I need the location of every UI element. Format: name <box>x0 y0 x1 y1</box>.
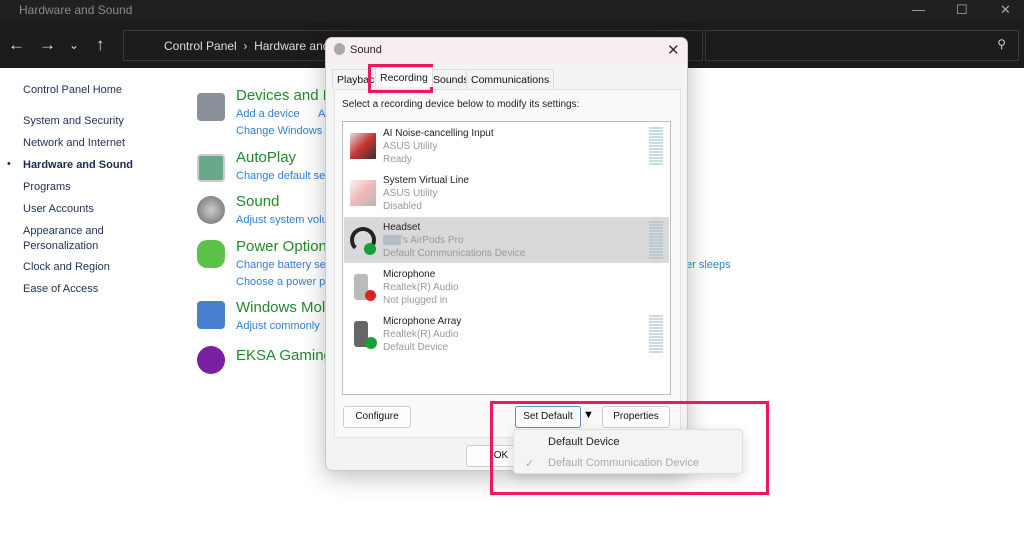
redacted-block <box>383 235 401 246</box>
category-power[interactable]: Power Option <box>236 238 327 255</box>
breadcrumb-control-panel[interactable]: Control Panel <box>164 39 237 53</box>
link-autoplay-default[interactable]: Change default set <box>236 170 328 182</box>
default-check-icon <box>365 337 377 349</box>
nav-network-internet[interactable]: Network and Internet <box>23 136 125 151</box>
link-adjust-commonly[interactable]: Adjust commonly <box>236 320 320 332</box>
devices-printer-icon <box>197 93 225 121</box>
link-adjust-volume[interactable]: Adjust system volu <box>236 214 328 226</box>
link-change-windows[interactable]: Change Windows <box>236 125 322 137</box>
device-list[interactable]: AI Noise-cancelling Input ASUS Utility Rea… <box>342 121 671 395</box>
cable-icon <box>350 133 376 159</box>
mobility-icon <box>197 301 225 329</box>
power-icon <box>197 240 225 268</box>
search-icon: ⚲ <box>997 37 1006 51</box>
category-devices[interactable]: Devices and P <box>236 87 333 104</box>
tab-recording[interactable]: Recording <box>375 67 433 87</box>
maximize-button[interactable]: ☐ <box>956 2 968 18</box>
category-sound[interactable]: Sound <box>236 193 279 210</box>
category-autoplay[interactable]: AutoPlay <box>236 149 296 166</box>
level-meter <box>649 127 663 165</box>
nav-ease-of-access[interactable]: Ease of Access <box>23 282 98 297</box>
nav-user-accounts[interactable]: User Accounts <box>23 202 94 217</box>
device-item-selected[interactable]: Headset's AirPods Pro Default Communicati… <box>344 217 669 263</box>
forward-icon[interactable]: → <box>39 35 56 55</box>
autoplay-icon <box>197 154 225 182</box>
nav-clock-region[interactable]: Clock and Region <box>23 260 110 275</box>
up-icon[interactable]: ↑ <box>96 35 105 55</box>
nav-programs[interactable]: Programs <box>23 180 71 195</box>
dialog-title: Sound <box>350 44 382 56</box>
speaker-icon <box>197 196 225 224</box>
device-item[interactable]: Microphone Array Realtek(R) Audio Default … <box>344 311 669 357</box>
category-eksa[interactable]: EKSA Gaming <box>236 347 332 364</box>
dialog-title-bar: Sound ✕ <box>326 38 687 64</box>
link-power-plan[interactable]: Choose a power p <box>236 276 325 288</box>
configure-button[interactable]: Configure <box>343 406 411 428</box>
nav-system-security[interactable]: System and Security <box>23 114 124 129</box>
nav-control-panel-home[interactable]: Control Panel Home <box>23 83 122 98</box>
search-input[interactable]: ⚲ <box>705 30 1019 61</box>
set-default-highlight <box>490 401 769 495</box>
phone-badge-icon <box>364 243 376 255</box>
close-button[interactable]: ✕ <box>1000 2 1011 18</box>
link-battery[interactable]: Change battery se <box>236 259 326 271</box>
cable-disabled-icon <box>350 180 376 206</box>
back-icon[interactable]: ← <box>8 35 25 55</box>
nav-hardware-sound[interactable]: Hardware and Sound <box>23 158 133 173</box>
minimize-button[interactable]: — <box>912 2 925 17</box>
title-bar: Hardware and Sound — ☐ ✕ <box>0 0 1024 22</box>
unplugged-badge-icon <box>365 290 376 301</box>
level-meter <box>649 315 663 353</box>
window-title: Hardware and Sound <box>19 3 133 17</box>
level-meter <box>649 221 663 259</box>
instruction-text: Select a recording device below to modif… <box>342 99 580 110</box>
category-mobility[interactable]: Windows Mol <box>236 299 325 316</box>
tab-communications[interactable]: Communications <box>466 69 555 89</box>
link-add-device[interactable]: Add a device <box>236 108 300 120</box>
recent-chevron-icon[interactable]: ⌄ <box>69 38 79 52</box>
nav-appearance[interactable]: Appearance and Personalization <box>23 224 113 254</box>
headset-icon <box>197 346 225 374</box>
device-item[interactable]: Microphone Realtek(R) Audio Not plugged in <box>344 264 669 310</box>
device-item[interactable]: System Virtual Line ASUS Utility Disabled <box>344 170 669 216</box>
active-bullet: • <box>7 158 11 170</box>
dialog-close-button[interactable]: ✕ <box>667 41 680 59</box>
device-item[interactable]: AI Noise-cancelling Input ASUS Utility Rea… <box>344 123 669 169</box>
link-sleeps[interactable]: er sleeps <box>686 259 731 271</box>
speaker-icon <box>334 43 345 55</box>
